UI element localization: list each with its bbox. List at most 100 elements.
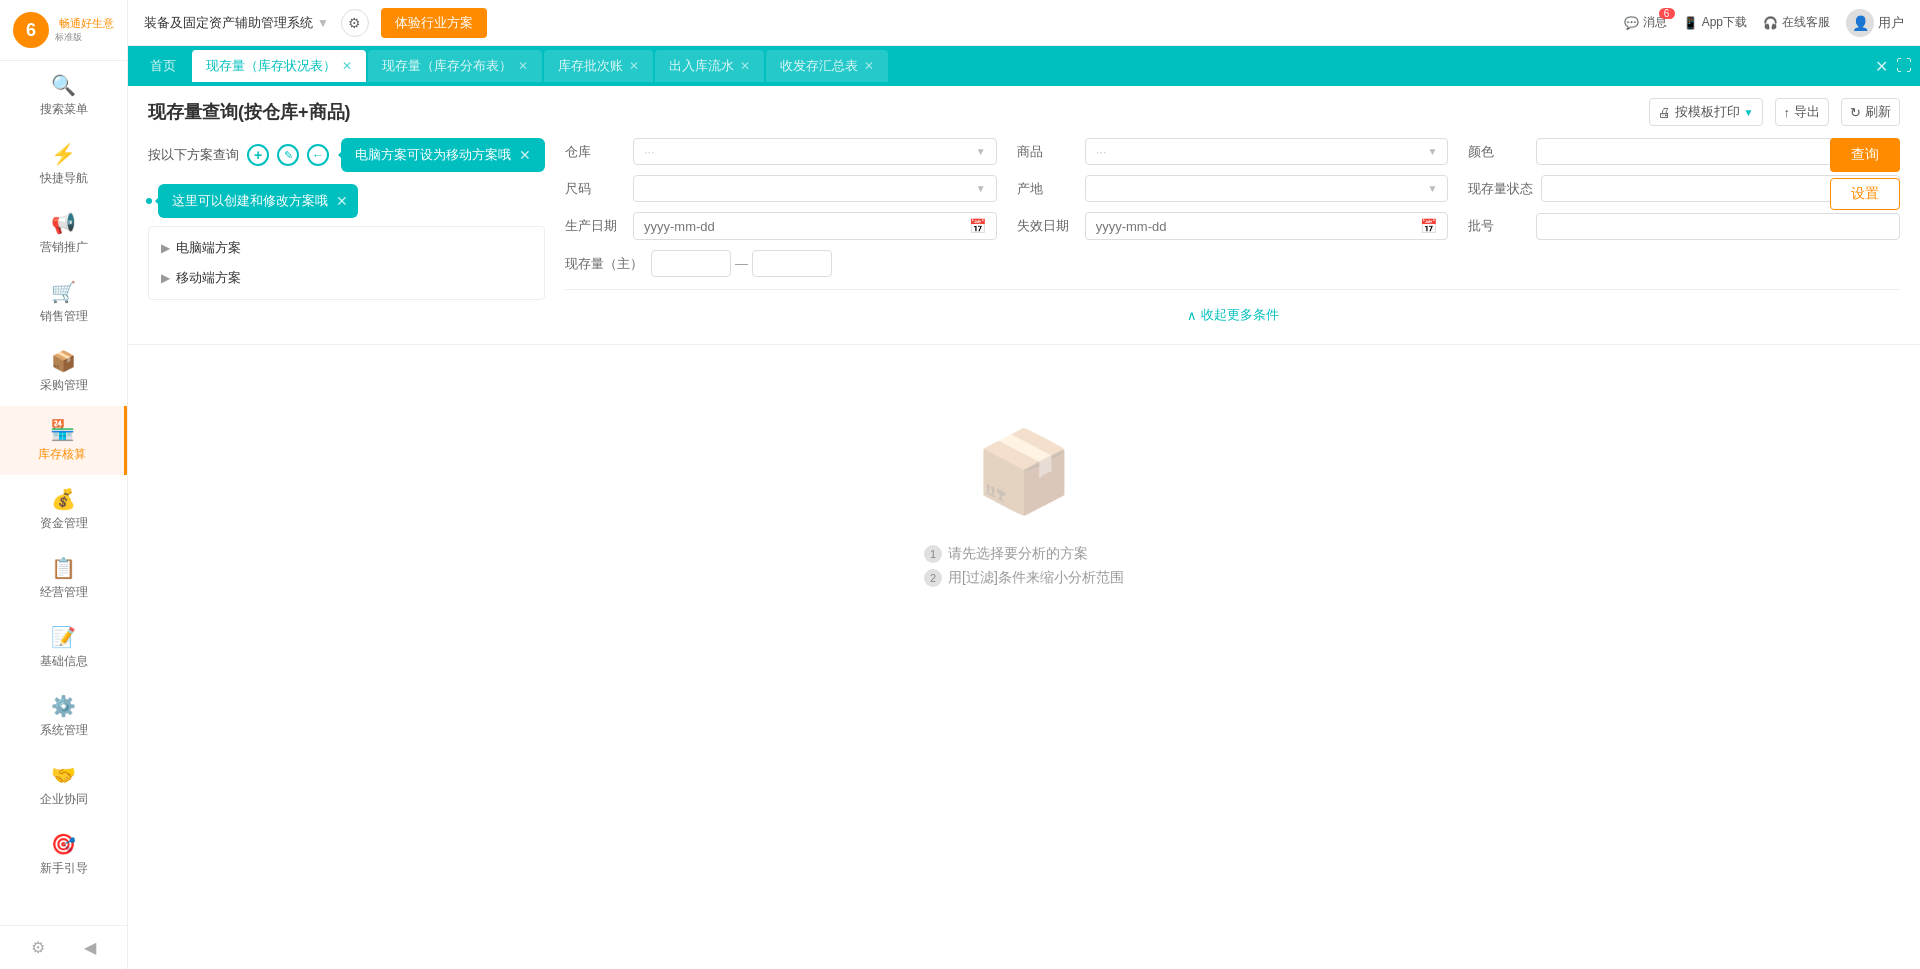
sidebar-item-label: 新手引导 [40,860,88,877]
gear-button[interactable]: ⚙ [341,9,369,37]
marketing-icon: 📢 [51,211,76,235]
sidebar-item-marketing[interactable]: 📢 营销推广 [0,199,127,268]
goods-dropdown-arrow: ▼ [1427,146,1437,157]
sidebar-item-finance[interactable]: 💰 资金管理 [0,475,127,544]
sidebar-item-system[interactable]: ⚙️ 系统管理 [0,682,127,751]
query-button[interactable]: 查询 [1830,138,1900,172]
filter-area: 按以下方案查询 + ✎ ← 电脑方案可设为移动方案哦 ✕ [128,126,1920,345]
filter-add-button[interactable]: + [247,144,269,166]
tab-batch-account[interactable]: 库存批次账 ✕ [544,50,653,82]
main-area: 装备及固定资产辅助管理系统 ▼ ⚙ 体验行业方案 💬 消息 6 📱 App下载 … [128,0,1920,969]
sidebar-item-purchase[interactable]: 📦 采购管理 [0,337,127,406]
logo-badge: 标准版 [55,31,114,44]
sidebar-item-search[interactable]: 🔍 搜索菜单 [0,61,127,130]
tab-close-icon[interactable]: ✕ [629,59,639,73]
sidebar-item-guide[interactable]: 🎯 新手引导 [0,820,127,889]
tab-collection-summary[interactable]: 收发存汇总表 ✕ [766,50,888,82]
size-select[interactable]: ▼ [633,175,997,202]
tab-bar: 首页 现存量（库存状况表） ✕ 现存量（库存分布表） ✕ 库存批次账 ✕ 出入库… [128,46,1920,86]
refresh-button[interactable]: ↻ 刷新 [1841,98,1900,126]
tooltip-create-close[interactable]: ✕ [336,193,348,209]
app-label: App下载 [1702,14,1747,31]
tab-close-icon[interactable]: ✕ [864,59,874,73]
tooltip-pc-close[interactable]: ✕ [519,147,531,163]
tab-close-icon[interactable]: ✕ [518,59,528,73]
sidebar-item-quicknav[interactable]: ⚡ 快捷导航 [0,130,127,199]
sidebar-item-label: 销售管理 [40,308,88,325]
scheme-mobile-label: 移动端方案 [176,269,241,287]
sidebar-item-operations[interactable]: 📋 经营管理 [0,544,127,613]
message-action[interactable]: 💬 消息 6 [1624,14,1667,31]
filter-arrow-button[interactable]: ← [307,144,329,166]
scheme-mobile[interactable]: ▶ 移动端方案 [161,265,532,291]
industry-button[interactable]: 体验行业方案 [381,8,487,38]
settings-button[interactable]: 设置 [1830,178,1900,210]
enterprise-icon: 🤝 [51,763,76,787]
print-button[interactable]: 🖨 按模板打印 ▼ [1649,98,1763,126]
user-name: 用户 [1878,14,1904,32]
inv-qty-to[interactable] [752,250,832,277]
origin-select[interactable]: ▼ [1085,175,1449,202]
exp-date-field[interactable] [1096,219,1417,234]
warehouse-placeholder: ··· [644,144,655,159]
tab-inventory-status[interactable]: 现存量（库存状况表） ✕ [192,50,366,82]
maximize-icon[interactable]: ⛶ [1896,57,1912,75]
goods-select[interactable]: ··· ▼ [1085,138,1449,165]
scheme-pc[interactable]: ▶ 电脑端方案 [161,235,532,261]
tab-close-icon[interactable]: ✕ [342,59,352,73]
tab-home[interactable]: 首页 [136,50,190,82]
batch-input[interactable] [1536,213,1900,240]
sidebar-item-label: 基础信息 [40,653,88,670]
search-icon: 🔍 [51,73,76,97]
system-name-select[interactable]: 装备及固定资产辅助管理系统 ▼ [144,14,329,32]
prod-date-field[interactable] [644,219,965,234]
prod-date-input[interactable]: 📅 [633,212,997,240]
sidebar-collapse-btn[interactable]: ◀ [84,938,96,957]
batch-label: 批号 [1468,217,1528,235]
sidebar-item-inventory[interactable]: 🏪 库存核算 [0,406,127,475]
filter-edit-button[interactable]: ✎ [277,144,299,166]
color-label: 颜色 [1468,143,1528,161]
app-download-action[interactable]: 📱 App下载 [1683,14,1747,31]
tab-close-icon[interactable]: ✕ [740,59,750,73]
inv-qty-label: 现存量（主） [565,255,643,273]
export-label: 导出 [1794,103,1820,121]
tab-inventory-dist[interactable]: 现存量（库存分布表） ✕ [368,50,542,82]
inv-qty-from[interactable] [651,250,731,277]
range-separator: — [735,256,748,271]
exp-date-input[interactable]: 📅 [1085,212,1449,240]
tab-inout-flow[interactable]: 出入库流水 ✕ [655,50,764,82]
sidebar-item-basic[interactable]: 📝 基础信息 [0,613,127,682]
export-icon: ↑ [1784,105,1791,120]
page-inner: 现存量查询(按仓库+商品) 🖨 按模板打印 ▼ ↑ 导出 ↻ [128,86,1920,969]
origin-placeholder [1096,181,1100,196]
filter-row-exp-date: 失效日期 📅 [1017,212,1449,240]
message-icon: 💬 [1624,16,1639,30]
prod-date-calendar-icon[interactable]: 📅 [969,218,986,234]
tip-text-1: 请先选择要分析的方案 [948,545,1088,563]
prod-date-label: 生产日期 [565,217,625,235]
user-action[interactable]: 👤 用户 [1846,9,1904,37]
sidebar-item-sales[interactable]: 🛒 销售管理 [0,268,127,337]
page-content: 现存量查询(按仓库+商品) 🖨 按模板打印 ▼ ↑ 导出 ↻ [128,86,1920,969]
header-right: 💬 消息 6 📱 App下载 🎧 在线客服 👤 用户 [1624,9,1904,37]
filter-more-button[interactable]: ∧ 收起更多条件 [1179,298,1287,332]
tip-num-2: 2 [924,569,942,587]
sidebar-item-enterprise[interactable]: 🤝 企业协同 [0,751,127,820]
sidebar-item-label: 采购管理 [40,377,88,394]
export-button[interactable]: ↑ 导出 [1775,98,1830,126]
inv-status-placeholder [1552,181,1556,196]
sidebar-settings-btn[interactable]: ⚙ [31,938,45,957]
user-avatar: 👤 [1846,9,1874,37]
purchase-icon: 📦 [51,349,76,373]
sidebar-item-label: 系统管理 [40,722,88,739]
top-header: 装备及固定资产辅助管理系统 ▼ ⚙ 体验行业方案 💬 消息 6 📱 App下载 … [128,0,1920,46]
warehouse-select[interactable]: ··· ▼ [633,138,997,165]
refresh-label: 刷新 [1865,103,1891,121]
support-action[interactable]: 🎧 在线客服 [1763,14,1830,31]
sidebar-nav: 🔍 搜索菜单 ⚡ 快捷导航 📢 营销推广 🛒 销售管理 📦 采购管理 🏪 [0,61,127,925]
exp-date-calendar-icon[interactable]: 📅 [1420,218,1437,234]
color-placeholder [1547,144,1551,159]
close-all-icon[interactable]: ✕ [1875,57,1888,76]
scheme-toggle-icon: ▶ [161,241,170,255]
